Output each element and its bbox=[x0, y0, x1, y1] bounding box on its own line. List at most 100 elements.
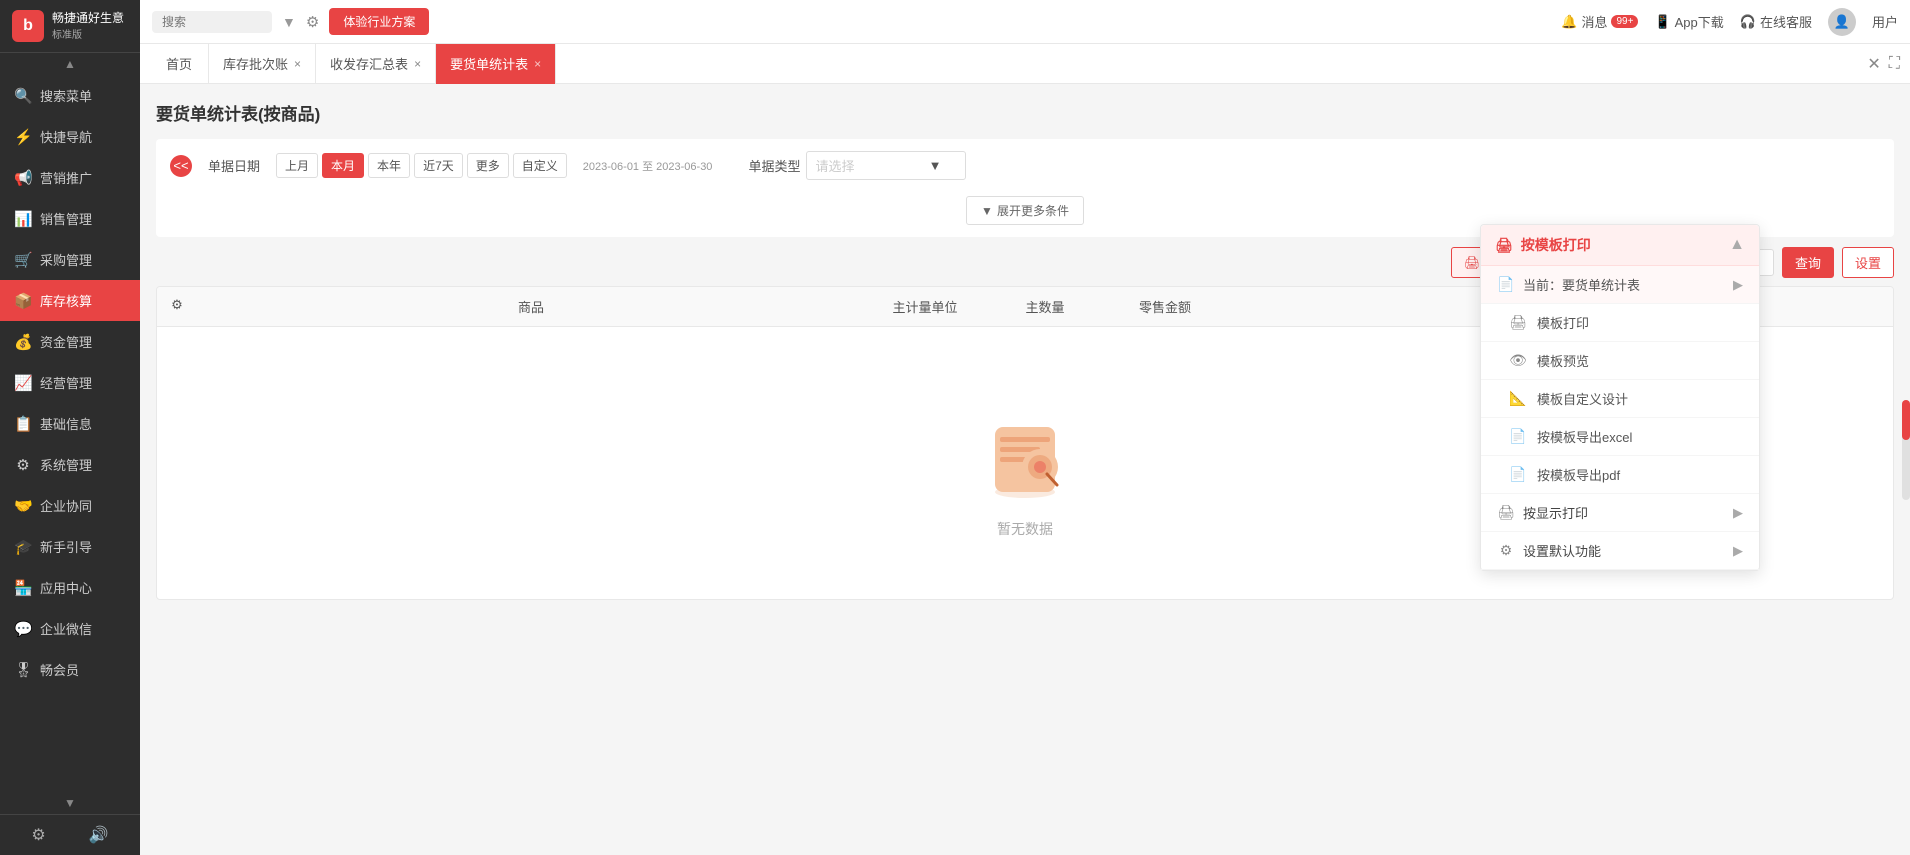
sidebar-item-purchase[interactable]: 🛒 采购管理 bbox=[0, 239, 140, 280]
date-btn-custom[interactable]: 自定义 bbox=[513, 153, 567, 178]
sidebar: b 畅捷通好生意 标准版 ▲ 🔍 搜索菜单 ⚡ 快捷导航 📢 营销推广 📊 销售… bbox=[0, 0, 140, 855]
topbar-right: 🔔 消息 99+ 📱 App下载 🎧 在线客服 👤 用户 bbox=[1561, 8, 1898, 36]
sales-icon: 📊 bbox=[14, 210, 32, 228]
sidebar-item-collab[interactable]: 🤝 企业协同 bbox=[0, 485, 140, 526]
sidebar-item-operation[interactable]: 📈 经营管理 bbox=[0, 362, 140, 403]
messages-btn[interactable]: 🔔 消息 99+ bbox=[1561, 12, 1638, 31]
sidebar-item-apps[interactable]: 🏪 应用中心 bbox=[0, 567, 140, 608]
sidebar-item-sales[interactable]: 📊 销售管理 bbox=[0, 198, 140, 239]
online-service-btn[interactable]: 🎧 在线客服 bbox=[1740, 12, 1812, 31]
dropdown-item-set-default[interactable]: ⚙ 设置默认功能 ▶ bbox=[1481, 532, 1759, 570]
tab-close-receipt-summary[interactable]: × bbox=[414, 57, 421, 71]
tab-inventory-batch[interactable]: 库存批次账 × bbox=[209, 44, 316, 84]
sidebar-item-guide[interactable]: 🎓 新手引导 bbox=[0, 526, 140, 567]
filter-toggle-btn[interactable]: << bbox=[170, 155, 192, 177]
wechat-icon: 💬 bbox=[14, 620, 32, 638]
template-print-icon: 🖨 bbox=[1509, 314, 1527, 331]
bill-type-filter: 单据类型 请选择 ▼ bbox=[748, 151, 966, 180]
system-icon: ⚙ bbox=[14, 456, 32, 474]
sidebar-item-search[interactable]: 🔍 搜索菜单 bbox=[0, 75, 140, 116]
topbar-gear-icon[interactable]: ⚙ bbox=[306, 13, 319, 31]
dropdown-title-area: 🖨 按模板打印 bbox=[1495, 235, 1591, 255]
col-product: 商品 bbox=[197, 297, 865, 316]
operation-icon: 📈 bbox=[14, 374, 32, 392]
content-area: 要货单统计表(按商品) << 单据日期 上月 本月 本年 近7天 更多 自定义 … bbox=[140, 84, 1910, 855]
sidebar-bottom: ⚙ 🔊 bbox=[0, 814, 140, 855]
marketing-icon: 📢 bbox=[14, 169, 32, 187]
set-default-icon: ⚙ bbox=[1497, 542, 1515, 559]
date-buttons: 上月 本月 本年 近7天 更多 自定义 bbox=[276, 153, 567, 178]
topbar-dropdown-arrow[interactable]: ▼ bbox=[282, 14, 296, 30]
dropdown-item-template-export-pdf[interactable]: 📄 按模板导出pdf bbox=[1481, 456, 1759, 494]
app-download-btn[interactable]: 📱 App下载 bbox=[1654, 12, 1723, 31]
sidebar-menu: 🔍 搜索菜单 ⚡ 快捷导航 📢 营销推广 📊 销售管理 🛒 采购管理 📦 库存核… bbox=[0, 75, 140, 792]
display-print-arrow: ▶ bbox=[1733, 505, 1743, 521]
topbar-search-input[interactable] bbox=[152, 11, 272, 33]
sidebar-sound-btn[interactable]: 🔊 bbox=[89, 825, 109, 845]
dropdown-item-template-export-excel[interactable]: 📄 按模板导出excel bbox=[1481, 418, 1759, 456]
col-settings[interactable]: ⚙ bbox=[157, 297, 197, 316]
tab-close-inventory-batch[interactable]: × bbox=[294, 57, 301, 71]
sidebar-item-basic[interactable]: 📋 基础信息 bbox=[0, 403, 140, 444]
tab-receipt-summary[interactable]: 收发存汇总表 × bbox=[316, 44, 436, 84]
topbar: ▼ ⚙ 体验行业方案 🔔 消息 99+ 📱 App下载 🎧 在线客服 👤 用户 bbox=[140, 0, 1910, 44]
settings-btn[interactable]: 设置 bbox=[1842, 247, 1894, 278]
expand-icon: ▼ bbox=[981, 204, 993, 218]
query-btn[interactable]: 查询 bbox=[1782, 247, 1834, 278]
scrollbar-track[interactable] bbox=[1902, 400, 1910, 500]
bill-type-label: 单据类型 bbox=[748, 156, 800, 175]
date-btn-last-month[interactable]: 上月 bbox=[276, 153, 318, 178]
sidebar-item-inventory[interactable]: 📦 库存核算 bbox=[0, 280, 140, 321]
date-btn-this-month[interactable]: 本月 bbox=[322, 153, 364, 178]
expand-more-btn[interactable]: ▼ 展开更多条件 bbox=[966, 196, 1084, 225]
sidebar-item-member[interactable]: 🎖 畅会员 bbox=[0, 649, 140, 690]
search-icon: 🔍 bbox=[14, 87, 32, 105]
headset-icon: 🎧 bbox=[1740, 14, 1756, 30]
dropdown-item-template-design[interactable]: 📐 模板自定义设计 bbox=[1481, 380, 1759, 418]
dropdown-item-display-print[interactable]: 🖨 按显示打印 ▶ bbox=[1481, 494, 1759, 532]
sidebar-settings-btn[interactable]: ⚙ bbox=[31, 825, 45, 845]
template-export-excel-icon: 📄 bbox=[1509, 428, 1527, 445]
set-default-arrow: ▶ bbox=[1733, 543, 1743, 559]
experience-btn[interactable]: 体验行业方案 bbox=[329, 8, 429, 35]
bill-type-select[interactable]: 请选择 ▼ bbox=[806, 151, 966, 180]
sidebar-item-marketing[interactable]: 📢 营销推广 bbox=[0, 157, 140, 198]
purchase-icon: 🛒 bbox=[14, 251, 32, 269]
template-design-icon: 📐 bbox=[1509, 390, 1527, 407]
dropdown-close-btn[interactable]: ▲ bbox=[1729, 236, 1745, 254]
tab-home[interactable]: 首页 bbox=[150, 44, 209, 84]
date-btn-this-year[interactable]: 本年 bbox=[368, 153, 410, 178]
scrollbar-thumb[interactable] bbox=[1902, 400, 1910, 440]
col-unit: 主计量单位 bbox=[865, 297, 985, 316]
col-qty: 主数量 bbox=[985, 297, 1105, 316]
sidebar-scroll-up[interactable]: ▲ bbox=[64, 57, 76, 71]
col-retail-amount: 零售金额 bbox=[1105, 297, 1225, 316]
user-avatar[interactable]: 👤 bbox=[1828, 8, 1856, 36]
date-btn-more[interactable]: 更多 bbox=[467, 153, 509, 178]
dropdown-title: 按模板打印 bbox=[1521, 235, 1591, 255]
dropdown-header: 🖨 按模板打印 ▲ bbox=[1481, 225, 1759, 266]
dropdown-current-item[interactable]: 📄 当前：要货单统计表 ▶ bbox=[1481, 266, 1759, 304]
tabbar-right: ✕ ⛶ bbox=[1867, 54, 1900, 74]
dropdown-item-template-preview[interactable]: 👁 模板预览 bbox=[1481, 342, 1759, 380]
tab-close-icon[interactable]: ✕ bbox=[1867, 54, 1880, 74]
tab-expand-icon[interactable]: ⛶ bbox=[1889, 55, 1900, 73]
sidebar-item-shortcut[interactable]: ⚡ 快捷导航 bbox=[0, 116, 140, 157]
tab-close-order-stats[interactable]: × bbox=[534, 57, 541, 71]
sidebar-scroll-down[interactable]: ▼ bbox=[64, 796, 76, 810]
date-range-display: 2023-06-01 至 2023-06-30 bbox=[583, 158, 713, 174]
empty-illustration bbox=[975, 407, 1075, 507]
current-label: 当前：要货单统计表 bbox=[1523, 275, 1640, 294]
sidebar-item-system[interactable]: ⚙ 系统管理 bbox=[0, 444, 140, 485]
empty-text: 暂无数据 bbox=[997, 519, 1053, 539]
tab-order-stats[interactable]: 要货单统计表 × bbox=[436, 44, 556, 84]
dropdown-item-template-print[interactable]: 🖨 模板打印 bbox=[1481, 304, 1759, 342]
finance-icon: 💰 bbox=[14, 333, 32, 351]
apps-icon: 🏪 bbox=[14, 579, 32, 597]
date-btn-7days[interactable]: 近7天 bbox=[414, 153, 463, 178]
app-tag: 标准版 bbox=[52, 26, 124, 41]
sidebar-item-finance[interactable]: 💰 资金管理 bbox=[0, 321, 140, 362]
sidebar-item-wechat[interactable]: 💬 企业微信 bbox=[0, 608, 140, 649]
user-name: 用户 bbox=[1872, 12, 1898, 31]
basic-icon: 📋 bbox=[14, 415, 32, 433]
